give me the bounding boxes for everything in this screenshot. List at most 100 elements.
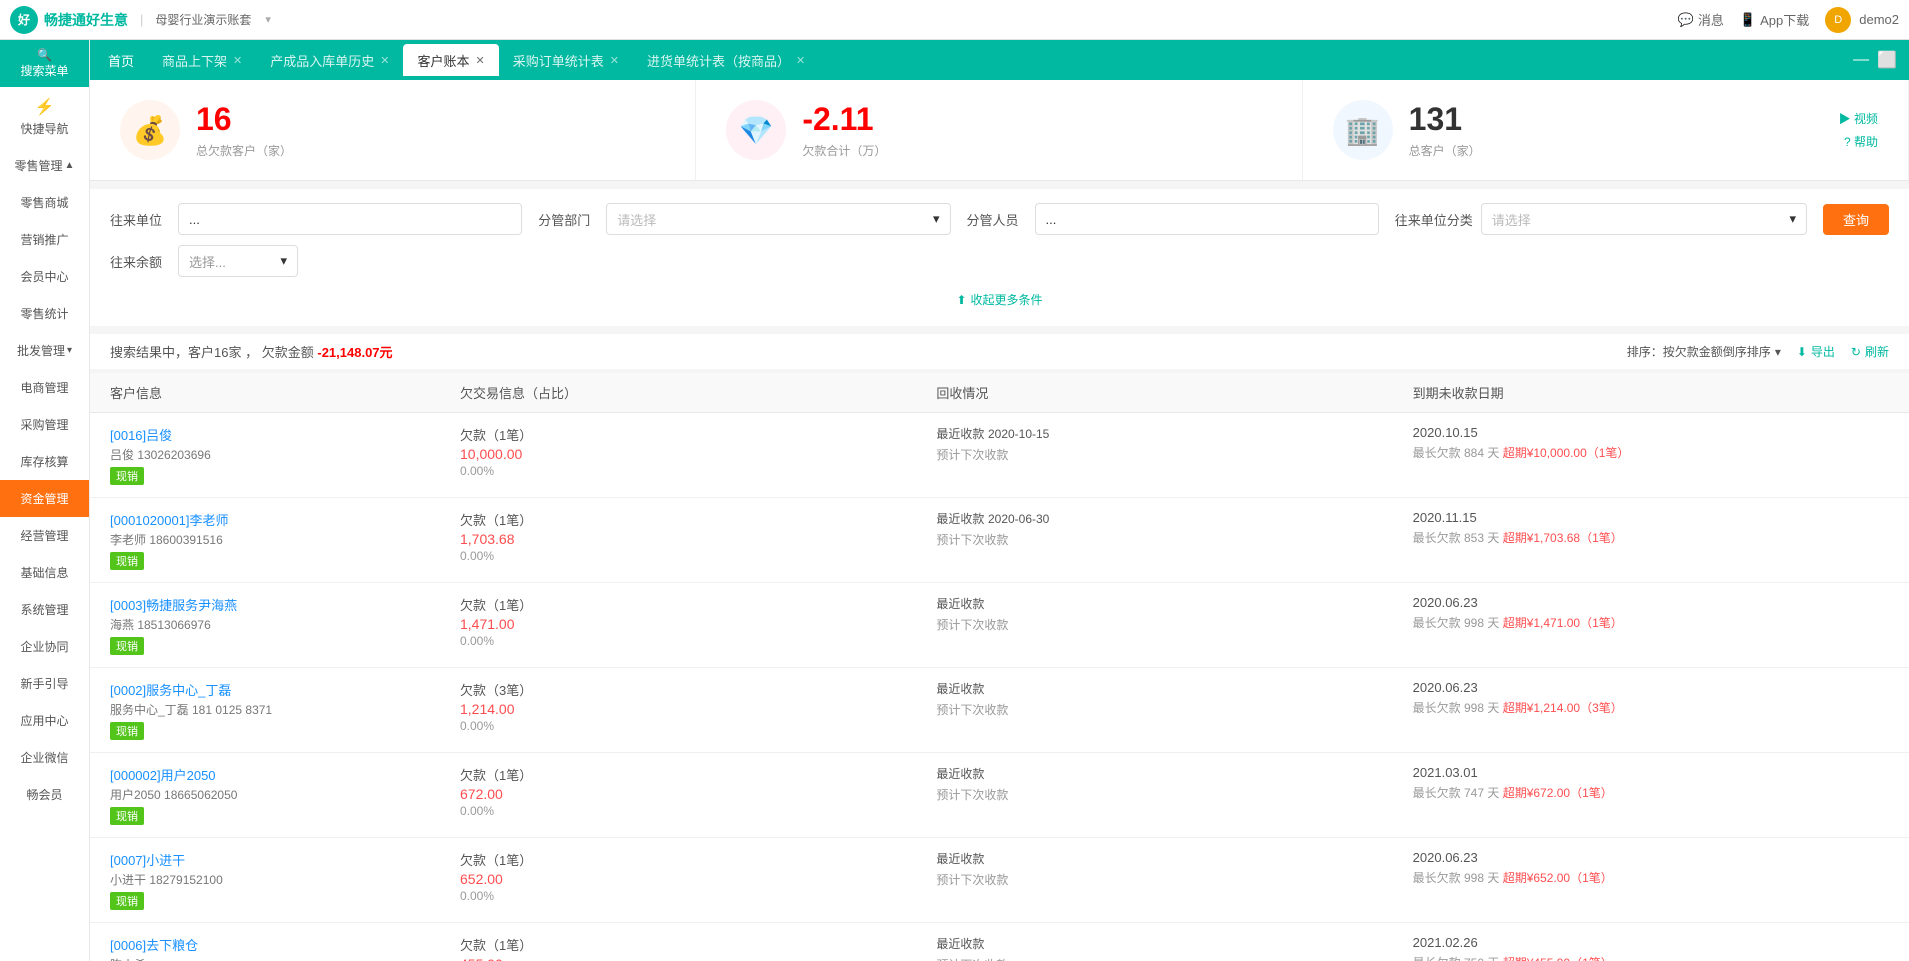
- tab-purchase-stats[interactable]: 采购订单统计表 ✕: [499, 44, 633, 76]
- tab-close-purchase-stats[interactable]: ✕: [610, 54, 619, 67]
- debt-percent-2: 0.00%: [460, 634, 936, 648]
- due-overdue-3: 最长欠款 998 天 超期¥1,214.00（3笔）: [1413, 699, 1889, 716]
- tab-minimize-icon[interactable]: —: [1853, 51, 1869, 69]
- due-info-6: 2021.02.26 最长欠款 750 天 超期¥455.90（1笔）: [1413, 935, 1889, 961]
- message-btn[interactable]: 💬 消息: [1678, 10, 1724, 29]
- debt-amount-0: 10,000.00: [460, 446, 936, 462]
- help-btn[interactable]: ? 帮助: [1844, 133, 1878, 150]
- tab-product-shelf[interactable]: 商品上下架 ✕: [148, 44, 256, 76]
- user-avatar[interactable]: D demo2: [1825, 7, 1899, 33]
- sidebar-search[interactable]: 🔍 搜索菜单: [0, 40, 89, 87]
- sidebar-item-batch-mgmt[interactable]: 批发管理 ▾: [0, 332, 89, 369]
- sidebar-item-retail-store[interactable]: 零售商城: [0, 184, 89, 221]
- person-dots: ...: [1046, 212, 1057, 227]
- sidebar-item-enterprise[interactable]: 企业协同: [0, 628, 89, 665]
- recv-next-1: 预计下次收款: [936, 531, 1412, 548]
- customer-name-4[interactable]: [000002]用户2050: [110, 768, 216, 783]
- stat-info-customers: 16 总欠款客户（家）: [196, 101, 292, 159]
- tab-customer-account[interactable]: 客户账本 ✕: [403, 44, 498, 76]
- tab-close-product-history[interactable]: ✕: [380, 54, 389, 67]
- customer-name-1[interactable]: [0001020001]李老师: [110, 513, 229, 528]
- overdue-link-0[interactable]: 超期¥10,000.00（1笔）: [1503, 446, 1630, 460]
- sidebar-item-wechat[interactable]: 企业微信: [0, 739, 89, 776]
- sidebar-item-retail-mgmt[interactable]: 零售管理 ▲: [0, 147, 89, 184]
- customer-info-3: [0002]服务中心_丁磊 服务中心_丁磊 181 0125 8371 现销: [110, 680, 460, 740]
- debt-info-2: 欠款（1笔） 1,471.00 0.00%: [460, 595, 936, 648]
- recv-info-4: 最近收款 预计下次收款: [936, 765, 1412, 803]
- export-button[interactable]: ⬇ 导出: [1797, 343, 1835, 360]
- sidebar: 🔍 搜索菜单 ⚡ 快捷导航 零售管理 ▲ 零售商城 营销推广 会员中心 零售统计: [0, 40, 90, 961]
- person-input[interactable]: ...: [1035, 203, 1379, 235]
- sidebar-item-member2[interactable]: 畅会员: [0, 776, 89, 813]
- video-btn[interactable]: ▶ 视频: [1839, 110, 1878, 127]
- debt-percent-0: 0.00%: [460, 464, 936, 478]
- customer-name-3[interactable]: [0002]服务中心_丁磊: [110, 683, 231, 698]
- filter-area: 往来单位 ... 分管部门 请选择 ▾: [90, 189, 1909, 326]
- stat-value-customers: 16: [196, 101, 292, 138]
- due-overdue-4: 最长欠款 747 天 超期¥672.00（1笔）: [1413, 784, 1889, 801]
- filter-balance: 往来余额 选择... ▾: [110, 245, 430, 277]
- tab-product-history[interactable]: 产成品入库单历史 ✕: [256, 44, 403, 76]
- sidebar-item-purchase[interactable]: 采购管理: [0, 406, 89, 443]
- app-download-btn[interactable]: 📱 App下载: [1740, 10, 1809, 29]
- customer-name-0[interactable]: [0016]吕俊: [110, 428, 172, 443]
- customer-contact-2: 海燕 18513066976: [110, 616, 460, 633]
- overdue-link-1[interactable]: 超期¥1,703.68（1笔）: [1503, 531, 1623, 545]
- debt-amount-3: 1,214.00: [460, 701, 936, 717]
- sidebar-item-system[interactable]: 系统管理: [0, 591, 89, 628]
- tab-home[interactable]: 首页: [94, 44, 148, 76]
- recv-date-1: 2020-06-30: [988, 512, 1049, 526]
- sidebar-item-ecommerce[interactable]: 电商管理: [0, 369, 89, 406]
- quick-nav-icon: ⚡: [35, 97, 55, 117]
- customer-name-5[interactable]: [0007]小进干: [110, 853, 185, 868]
- person-label: 分管人员: [967, 210, 1027, 229]
- sidebar-item-inventory[interactable]: 库存核算: [0, 443, 89, 480]
- unit-category-input[interactable]: 请选择 ▾: [1481, 203, 1807, 235]
- recv-info-1: 最近收款 2020-06-30 预计下次收款: [936, 510, 1412, 548]
- export-icon: ⬇: [1797, 345, 1807, 359]
- debt-info-4: 欠款（1笔） 672.00 0.00%: [460, 765, 936, 818]
- sidebar-item-marketing[interactable]: 营销推广: [0, 221, 89, 258]
- customer-contact-1: 李老师 18600391516: [110, 531, 460, 548]
- overdue-link-2[interactable]: 超期¥1,471.00（1笔）: [1503, 616, 1623, 630]
- recv-label-4: 最近收款: [936, 767, 984, 781]
- customer-name-6[interactable]: [0006]去下粮仓: [110, 938, 198, 953]
- recv-label-1: 最近收款: [936, 512, 984, 526]
- sidebar-item-operations[interactable]: 经营管理: [0, 517, 89, 554]
- source-unit-input[interactable]: ...: [178, 203, 522, 235]
- sidebar-item-quick-nav[interactable]: ⚡ 快捷导航: [0, 87, 89, 147]
- customer-name-2[interactable]: [0003]畅捷服务尹海燕: [110, 598, 237, 613]
- overdue-link-6[interactable]: 超期¥455.90（1笔）: [1503, 956, 1613, 961]
- sidebar-item-finance[interactable]: 资金管理: [0, 480, 89, 517]
- debt-percent-1: 0.00%: [460, 549, 936, 563]
- query-button[interactable]: 查询: [1823, 204, 1889, 235]
- top-bar-left: 好 畅捷通好生意 | 母婴行业演示账套 ▾: [10, 6, 271, 34]
- debt-count-3: 欠款（3笔）: [460, 680, 936, 699]
- collapse-button[interactable]: ⬆ 收起更多条件: [110, 287, 1889, 312]
- due-overdue-6: 最长欠款 750 天 超期¥455.90（1笔）: [1413, 954, 1889, 961]
- overdue-link-5[interactable]: 超期¥652.00（1笔）: [1503, 871, 1613, 885]
- avatar: D: [1825, 7, 1851, 33]
- refresh-button[interactable]: ↻ 刷新: [1851, 343, 1889, 360]
- due-date-2: 2020.06.23: [1413, 595, 1889, 610]
- sort-button[interactable]: 排序：按欠款金额倒序排序 ▾: [1627, 343, 1781, 360]
- balance-dropdown-icon: ▾: [280, 253, 287, 269]
- balance-select[interactable]: 选择... ▾: [178, 245, 298, 277]
- sidebar-item-apps[interactable]: 应用中心: [0, 702, 89, 739]
- recv-info-0: 最近收款 2020-10-15 预计下次收款: [936, 425, 1412, 463]
- dept-input[interactable]: 请选择 ▾: [606, 203, 950, 235]
- sidebar-item-guide[interactable]: 新手引导: [0, 665, 89, 702]
- dropdown-arrow-icon[interactable]: ▾: [265, 13, 271, 26]
- customer-info-2: [0003]畅捷服务尹海燕 海燕 18513066976 现销: [110, 595, 460, 655]
- sidebar-item-retail-stats[interactable]: 零售统计: [0, 295, 89, 332]
- tab-close-product-shelf[interactable]: ✕: [233, 54, 242, 67]
- tab-close-incoming-stats[interactable]: ✕: [796, 54, 805, 67]
- sidebar-item-member[interactable]: 会员中心: [0, 258, 89, 295]
- tab-incoming-stats[interactable]: 进货单统计表（按商品） ✕: [633, 44, 819, 76]
- overdue-link-3[interactable]: 超期¥1,214.00（3笔）: [1503, 701, 1623, 715]
- debt-info-6: 欠款（1笔） 455.90 0.00%: [460, 935, 936, 961]
- sidebar-item-base-info[interactable]: 基础信息: [0, 554, 89, 591]
- overdue-link-4[interactable]: 超期¥672.00（1笔）: [1503, 786, 1613, 800]
- tab-close-customer-account[interactable]: ✕: [476, 54, 485, 67]
- tab-maximize-icon[interactable]: ⬜: [1877, 50, 1897, 70]
